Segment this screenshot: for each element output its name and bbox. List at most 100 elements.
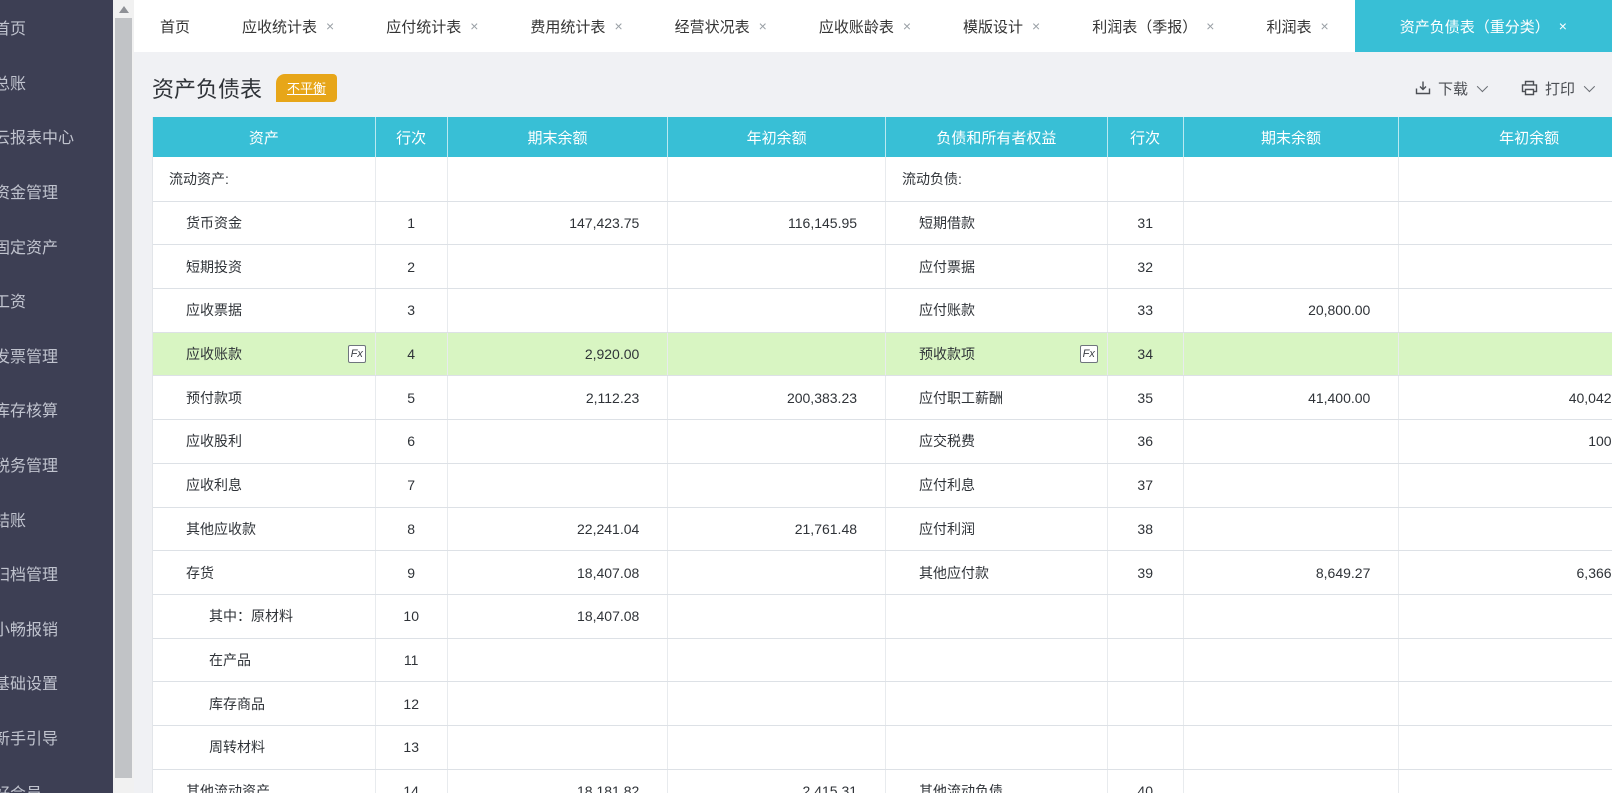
cell-text: 预收款项 bbox=[919, 346, 976, 363]
tab[interactable]: 费用统计表 × bbox=[504, 0, 648, 52]
cell-asset-name: 其他应收款 bbox=[153, 507, 376, 551]
unbalanced-badge[interactable]: 不平衡 bbox=[276, 74, 338, 102]
cell-liability-name: 流动负债: bbox=[886, 157, 1108, 201]
tab[interactable]: 经营状况表 × bbox=[649, 0, 793, 52]
cell-text: 147,423.75 bbox=[569, 215, 640, 232]
cell-asset-ending bbox=[448, 157, 669, 201]
tab[interactable]: 首页 bbox=[134, 0, 216, 52]
sidebar-item[interactable]: 工资 bbox=[0, 273, 113, 328]
table-row: 其他应收款 8 22,241.04 21,761.48 应付利润 38 bbox=[153, 506, 1612, 551]
cell-asset-name: 货币资金 bbox=[153, 201, 376, 245]
cell-asset-line: 2 bbox=[376, 245, 448, 289]
cell-text: 库存商品 bbox=[209, 695, 265, 712]
column-header-beginning-balance: 年初余额 bbox=[1499, 129, 1560, 147]
cell-liability-beginning: 6,366.36 bbox=[1399, 551, 1612, 594]
tab-close-icon[interactable]: × bbox=[1032, 19, 1040, 33]
tab[interactable]: 模版设计 × bbox=[937, 0, 1066, 52]
cell-text: 应收票据 bbox=[186, 302, 242, 319]
balance-sheet-table: 资产 行次 期末余额 年初余额 负债和所有者权益 行次 期末余额 年初余额 流动… bbox=[152, 117, 1612, 793]
cell-text: 其他流动负债 bbox=[919, 782, 1004, 793]
cell-liability-ending bbox=[1184, 245, 1400, 289]
sidebar-item[interactable]: 总账 bbox=[0, 55, 113, 110]
tab[interactable]: 应收统计表 × bbox=[216, 0, 360, 52]
tab-close-icon[interactable]: × bbox=[326, 19, 334, 33]
cell-text: 货币资金 bbox=[186, 215, 242, 232]
cell-liability-ending bbox=[1184, 725, 1400, 769]
sidebar-item[interactable]: 发票管理 bbox=[0, 328, 113, 383]
cell-liability-beginning: 100.00 bbox=[1399, 420, 1612, 463]
cell-liability-line: 35 bbox=[1108, 376, 1184, 420]
print-button[interactable]: 打印 bbox=[1521, 78, 1596, 99]
cell-liability-line: 37 bbox=[1108, 463, 1184, 507]
tab-label: 利润表（季报） bbox=[1092, 18, 1198, 36]
table-row: 存货 9 18,407.08 其他应付款 39 8,649.27 6,366.36 bbox=[153, 550, 1612, 594]
cell-text: 41,400.00 bbox=[1308, 389, 1371, 406]
cell-asset-line: 7 bbox=[376, 463, 448, 507]
cell-liability-ending bbox=[1184, 420, 1400, 463]
cell-liability-name: 预收款项 Fx bbox=[886, 332, 1108, 376]
sidebar-scrollbar[interactable] bbox=[113, 0, 134, 793]
cell-text: 18,407.08 bbox=[577, 608, 640, 625]
cell-text: 200,383.23 bbox=[786, 389, 858, 406]
cell-text: 应付利息 bbox=[919, 477, 976, 494]
formula-icon[interactable]: Fx bbox=[347, 345, 366, 364]
cell-asset-line: 9 bbox=[376, 551, 448, 594]
sidebar-item[interactable]: 云报表中心 bbox=[0, 109, 113, 164]
cell-liability-name: 应付职工薪酬 bbox=[886, 376, 1108, 420]
tab-close-icon[interactable]: × bbox=[614, 19, 622, 33]
table-row: 应收股利 6 应交税费 36 100.00 bbox=[153, 419, 1612, 463]
cell-text: 3 bbox=[407, 302, 416, 319]
scroll-up-icon[interactable] bbox=[118, 6, 129, 13]
sidebar-item[interactable]: 库存核算 bbox=[0, 382, 113, 437]
tab[interactable]: 利润表 × bbox=[1240, 0, 1354, 52]
scrollbar-thumb[interactable] bbox=[115, 18, 132, 778]
cell-text: 应交税费 bbox=[919, 433, 976, 450]
cell-asset-name: 短期投资 bbox=[153, 245, 376, 289]
cell-liability-beginning bbox=[1399, 639, 1612, 682]
cell-asset-ending bbox=[448, 245, 669, 289]
cell-asset-ending bbox=[448, 682, 669, 725]
cell-asset-beginning: 116,145.95 bbox=[668, 201, 887, 245]
cell-asset-name: 在产品 bbox=[153, 638, 376, 682]
tab[interactable]: 利润表（季报） × bbox=[1066, 0, 1240, 52]
column-header-liabilities-equity: 负债和所有者权益 bbox=[886, 117, 1108, 157]
sidebar-item[interactable]: 小畅报销 bbox=[0, 601, 113, 656]
print-label: 打印 bbox=[1544, 80, 1575, 98]
cell-asset-beginning bbox=[668, 638, 887, 682]
formula-icon[interactable]: Fx bbox=[1079, 345, 1098, 364]
sidebar-item[interactable]: 好会员 bbox=[0, 764, 113, 793]
sidebar-item[interactable]: 基础设置 bbox=[0, 655, 113, 710]
table-row: 其中：原材料 10 18,407.08 bbox=[153, 593, 1612, 638]
sidebar-item[interactable]: 首页 bbox=[0, 0, 113, 55]
cell-text: 存货 bbox=[186, 564, 214, 581]
tab-close-icon[interactable]: × bbox=[1206, 19, 1214, 33]
tab-close-icon[interactable]: × bbox=[903, 19, 911, 33]
cell-liability-beginning bbox=[1399, 245, 1612, 288]
cell-liability-name: 应交税费 bbox=[886, 420, 1108, 463]
tab-close-icon[interactable]: × bbox=[759, 19, 767, 33]
cell-liability-line: 34 bbox=[1108, 332, 1184, 376]
sidebar-item[interactable]: 新手引导 bbox=[0, 710, 113, 765]
tab[interactable]: 应付统计表 × bbox=[360, 0, 504, 52]
cell-text: 应收利息 bbox=[186, 477, 242, 494]
cell-asset-line: 12 bbox=[376, 682, 448, 725]
cell-asset-ending: 18,181.82 bbox=[448, 769, 669, 793]
sidebar-item[interactable]: 税务管理 bbox=[0, 437, 113, 492]
tab-active[interactable]: 资产负债表（重分类） × bbox=[1354, 0, 1612, 52]
sidebar-item[interactable]: 固定资产 bbox=[0, 218, 113, 273]
cell-liability-name: 应付账款 bbox=[886, 289, 1108, 332]
sidebar-item[interactable]: 结账 bbox=[0, 491, 113, 546]
cell-text: 40,042.00 bbox=[1568, 389, 1612, 406]
chevron-down-icon bbox=[1476, 80, 1489, 93]
sidebar-item[interactable]: 归档管理 bbox=[0, 546, 113, 601]
tab-close-icon[interactable]: × bbox=[470, 19, 478, 33]
sidebar-item[interactable]: 资金管理 bbox=[0, 164, 113, 219]
tab-close-icon[interactable]: × bbox=[1559, 19, 1567, 33]
cell-asset-line: 5 bbox=[376, 376, 448, 420]
download-button[interactable]: 下载 bbox=[1415, 78, 1489, 99]
tab-label: 应收账龄表 bbox=[818, 18, 894, 36]
column-header-beginning-balance: 年初余额 bbox=[668, 117, 887, 157]
cell-asset-line: 3 bbox=[376, 289, 448, 332]
tab[interactable]: 应收账龄表 × bbox=[793, 0, 937, 52]
tab-close-icon[interactable]: × bbox=[1320, 19, 1328, 33]
